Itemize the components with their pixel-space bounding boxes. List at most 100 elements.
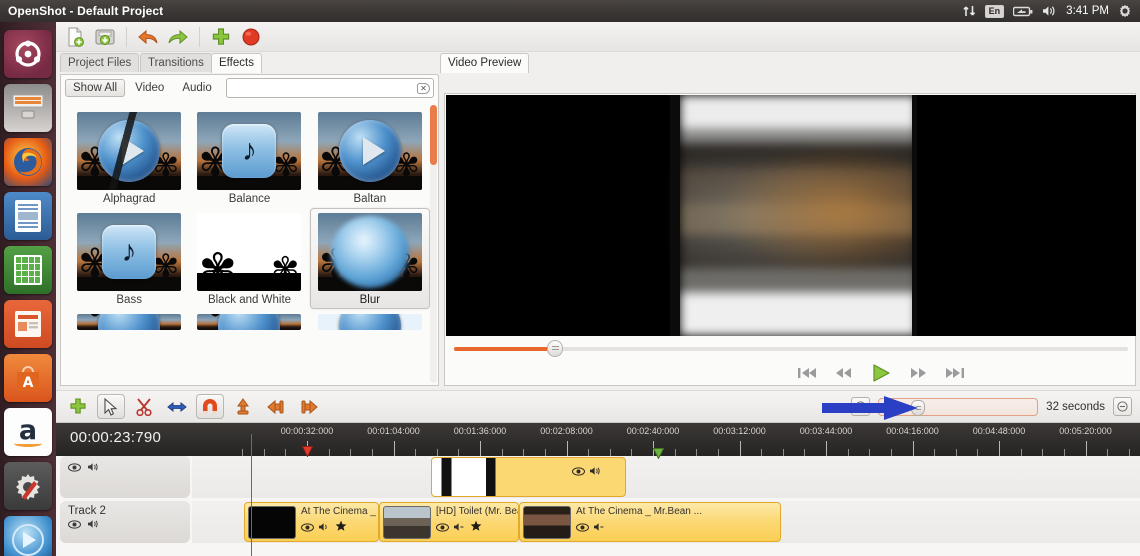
rewind-button[interactable] <box>833 363 855 383</box>
timeline-ruler[interactable]: 00:00:23:790 00:00:32:000 00:01:04:000 00:… <box>56 423 1140 456</box>
effect-thumbnail <box>317 314 422 330</box>
power-gear-icon[interactable] <box>1118 4 1132 18</box>
eye-icon[interactable] <box>68 462 81 475</box>
star-icon[interactable] <box>470 519 482 537</box>
track-lane[interactable]: At The Cinema _ M [HD] Toilet (Mr. Bean)… <box>192 501 1140 543</box>
clock[interactable]: 3:41 PM <box>1066 5 1109 17</box>
ruler-minor-tick <box>436 449 438 456</box>
video-display[interactable] <box>446 95 1136 336</box>
speaker-icon[interactable] <box>87 462 100 475</box>
effect-thumbnail: ✾ ✾ ♪ <box>77 213 182 291</box>
track-lane[interactable] <box>192 456 1140 498</box>
speaker-icon[interactable] <box>318 519 331 537</box>
clear-x-icon[interactable]: ✕ <box>417 82 430 94</box>
ruler-minor-tick <box>631 449 633 456</box>
launcher-item-system-settings[interactable] <box>4 462 52 510</box>
add-marker-button[interactable] <box>229 394 257 419</box>
network-up-down-icon[interactable] <box>963 5 976 17</box>
play-badge-icon <box>338 120 401 182</box>
tab-effects[interactable]: Effects <box>211 53 262 73</box>
timeline-clip[interactable]: At The Cinema _ M <box>244 502 379 542</box>
zoom-out-button[interactable] <box>1113 397 1132 416</box>
preview-seek-row <box>446 337 1136 361</box>
undo-button[interactable] <box>135 24 161 50</box>
snapping-toggle-button[interactable] <box>196 394 224 419</box>
preview-seek-slider[interactable] <box>454 340 1128 357</box>
speaker-icon[interactable] <box>593 519 606 537</box>
effect-label: Baltan <box>353 193 387 205</box>
eye-icon[interactable] <box>576 519 589 537</box>
razor-tool-button[interactable] <box>130 394 158 419</box>
main-toolbar <box>56 22 1140 52</box>
skip-to-start-button[interactable] <box>796 363 818 383</box>
timeline-clip[interactable] <box>431 457 626 497</box>
effect-item-partial[interactable]: ✾ <box>69 309 189 333</box>
effect-item-blur[interactable]: ✾ ✾ Blur <box>309 208 430 309</box>
speaker-icon[interactable] <box>87 519 100 532</box>
launcher-item-files[interactable] <box>4 84 52 132</box>
effects-scroll-area[interactable]: ✾ ✾ Alphagrad ✾ ✾ ♪ Balance <box>61 103 438 385</box>
timeline-marker[interactable] <box>652 446 665 460</box>
effect-item-bass[interactable]: ✾ ✾ ♪ Bass <box>69 208 189 309</box>
filter-video-button[interactable]: Video <box>127 79 172 97</box>
eye-icon[interactable] <box>68 519 81 532</box>
music-note-badge-icon: ♪ <box>102 225 157 279</box>
launcher-item-amazon[interactable]: a <box>4 408 52 456</box>
ruler-minor-tick <box>1107 449 1109 456</box>
launcher-item-firefox[interactable] <box>4 138 52 186</box>
tab-video-preview[interactable]: Video Preview <box>440 53 530 73</box>
launcher-item-libreoffice-impress[interactable] <box>4 300 52 348</box>
timeline-clip[interactable]: At The Cinema _ Mr.Bean ... <box>519 502 781 542</box>
import-files-button[interactable] <box>208 24 234 50</box>
timeline-clip[interactable]: [HD] Toilet (Mr. Bean).mp4 <box>379 502 519 542</box>
video-preview-panel <box>444 93 1136 386</box>
launcher-item-ubuntu-software[interactable]: A <box>4 354 52 402</box>
tab-project-files[interactable]: Project Files <box>60 53 140 72</box>
effect-item-baltan[interactable]: ✾ ✾ Baltan <box>310 107 430 208</box>
preview-seek-handle[interactable] <box>547 340 564 357</box>
keyboard-layout-indicator[interactable]: En <box>984 4 1005 18</box>
track-header[interactable] <box>60 456 190 498</box>
previous-marker-button[interactable] <box>262 394 290 419</box>
redo-button[interactable] <box>165 24 191 50</box>
tab-transitions[interactable]: Transitions <box>140 53 212 72</box>
playhead-handle[interactable] <box>301 444 314 458</box>
effect-thumbnail: ✾ ✾ <box>77 112 182 190</box>
fast-forward-button[interactable] <box>907 363 929 383</box>
launcher-item-openshot[interactable] <box>4 516 52 556</box>
speaker-icon[interactable] <box>589 463 602 481</box>
eye-icon[interactable] <box>436 519 449 537</box>
next-marker-button[interactable] <box>295 394 323 419</box>
launcher-item-libreoffice-writer[interactable] <box>4 192 52 240</box>
new-project-button[interactable] <box>62 24 88 50</box>
open-project-button[interactable] <box>92 24 118 50</box>
effect-item-black-and-white[interactable]: ✾ ✾ Black and White <box>189 208 309 309</box>
effect-label: Bass <box>116 294 142 306</box>
eye-icon[interactable] <box>572 463 585 481</box>
launcher-item-libreoffice-calc[interactable] <box>4 246 52 294</box>
effects-scrollbar-thumb[interactable] <box>430 105 437 165</box>
filter-show-all-button[interactable]: Show All <box>65 79 126 97</box>
filter-audio-button[interactable]: Audio <box>174 79 219 97</box>
play-badge-icon <box>218 314 281 330</box>
volume-icon[interactable] <box>1042 5 1057 17</box>
effect-item-balance[interactable]: ✾ ✾ ♪ Balance <box>189 107 309 208</box>
resize-tool-button[interactable] <box>163 394 191 419</box>
skip-to-end-button[interactable] <box>944 363 966 383</box>
effect-item-partial[interactable]: ✾ <box>189 309 309 333</box>
launcher-item-ubuntu-dash[interactable] <box>4 30 52 78</box>
track-header[interactable]: Track 2 <box>60 501 190 543</box>
play-button[interactable] <box>870 363 892 383</box>
add-track-button[interactable] <box>64 394 92 419</box>
select-tool-button[interactable] <box>97 394 125 419</box>
battery-icon[interactable] <box>1013 6 1033 17</box>
ruler-label: 00:01:04:000 <box>367 426 420 436</box>
export-video-button[interactable] <box>238 24 264 50</box>
ruler-minor-tick <box>1063 449 1065 456</box>
effect-item-alphagrad[interactable]: ✾ ✾ Alphagrad <box>69 107 189 208</box>
effect-item-partial[interactable] <box>310 309 430 333</box>
effects-search-input[interactable] <box>231 82 417 94</box>
speaker-icon[interactable] <box>453 519 466 537</box>
star-icon[interactable] <box>335 519 347 537</box>
eye-icon[interactable] <box>301 519 314 537</box>
